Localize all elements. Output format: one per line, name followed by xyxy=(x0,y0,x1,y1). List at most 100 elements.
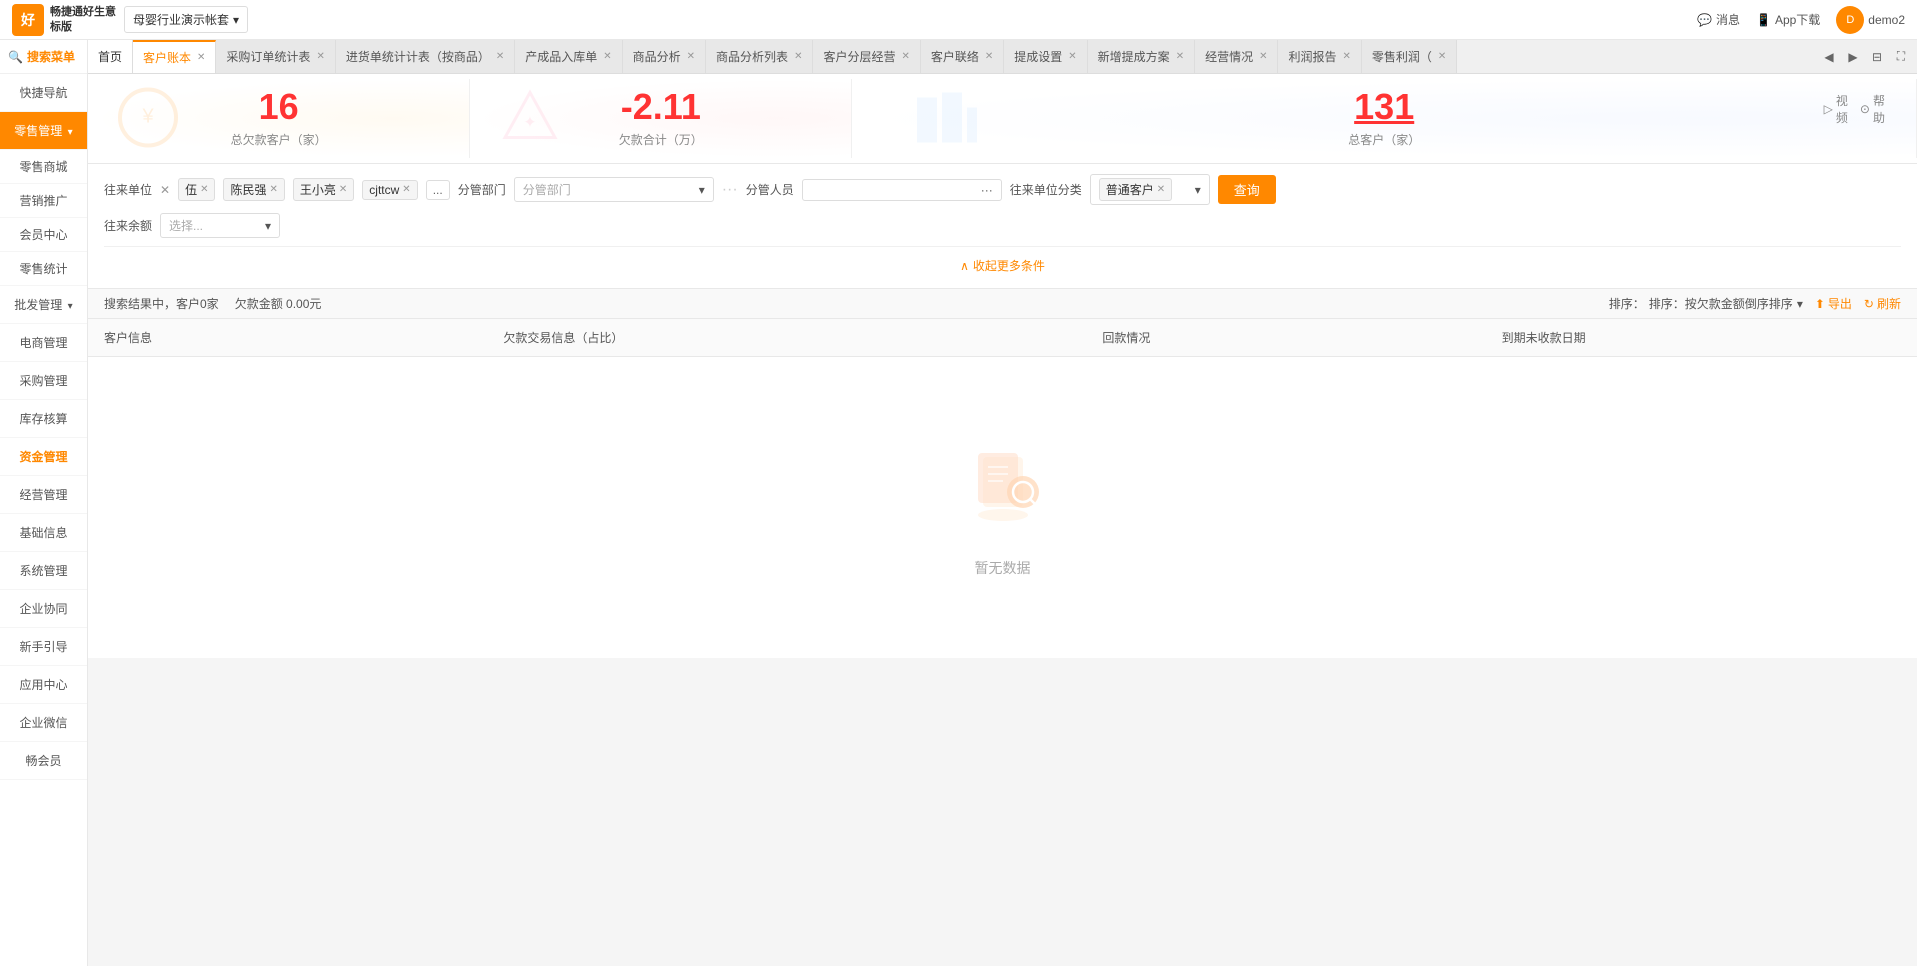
logo: 好 畅捷通好生意 标版 xyxy=(12,4,116,36)
filter-tag-wu[interactable]: 伍 ✕ xyxy=(178,178,215,201)
sidebar-item-retail-mgmt[interactable]: 零售管理 xyxy=(0,112,87,150)
tab-bar: 首页 客户账本 ✕ 采购订单统计表 ✕ 进货单统计计表（按商品） ✕ 产成品入库… xyxy=(88,40,1917,74)
result-actions: 排序： 排序：按欠款金额倒序排序 ▾ ⬆ 导出 ↻ 刷新 xyxy=(1609,295,1901,312)
tag-close-wangxiaoliang[interactable]: ✕ xyxy=(339,184,347,195)
tab-customer-contact[interactable]: 客户联络 ✕ xyxy=(921,40,1004,74)
tab-customer-tier[interactable]: 客户分层经营 ✕ xyxy=(813,40,920,74)
filter-more-tags-btn[interactable]: ... xyxy=(426,180,450,200)
sidebar-item-new-guide[interactable]: 新手引导 xyxy=(0,628,87,666)
sidebar-item-quick-nav[interactable]: 快捷导航 xyxy=(0,74,87,112)
tab-close-customer-contact[interactable]: ✕ xyxy=(985,51,993,62)
filter-tag-normal-customer[interactable]: 普通客户 ✕ xyxy=(1099,178,1172,201)
stats-bar: ▷ 视频 ⊙ 帮助 xyxy=(88,74,1917,164)
tab-retail-profit[interactable]: 零售利润（ ✕ xyxy=(1362,40,1457,74)
sidebar-item-operations-mgmt[interactable]: 经营管理 xyxy=(0,476,87,514)
tab-close-promotion-settings[interactable]: ✕ xyxy=(1068,51,1076,62)
sidebar-item-vip-member[interactable]: 畅会员 xyxy=(0,742,87,780)
tag-close-cjttcw[interactable]: ✕ xyxy=(402,184,410,195)
stat-label-total-customers: 总客户（家） xyxy=(1348,131,1420,148)
tab-close-goods-analysis-list[interactable]: ✕ xyxy=(794,51,802,62)
tag-close-chenminqiang[interactable]: ✕ xyxy=(270,184,278,195)
export-button[interactable]: ⬆ 导出 xyxy=(1815,295,1852,312)
tag-close-wu[interactable]: ✕ xyxy=(200,184,208,195)
tab-goods-analysis[interactable]: 商品分析 ✕ xyxy=(623,40,706,74)
tab-customer-accounts[interactable]: 客户账本 ✕ xyxy=(133,40,216,74)
stat-label-debit-customers: 总欠款客户（家） xyxy=(231,131,327,148)
tab-close-purchase-stats[interactable]: ✕ xyxy=(496,51,504,62)
unit-filter-label: 往来单位 xyxy=(104,181,152,198)
empty-state: 暂无数据 xyxy=(88,357,1917,658)
filter-tag-cjttcw[interactable]: cjttcw ✕ xyxy=(362,180,417,200)
tab-purchase-order[interactable]: 采购订单统计表 ✕ xyxy=(216,40,335,74)
tab-close-customer-tier[interactable]: ✕ xyxy=(901,51,909,62)
sidebar-item-enterprise-coop[interactable]: 企业协同 xyxy=(0,590,87,628)
col-header-repayment: 回款情况 xyxy=(1102,329,1501,346)
sidebar-item-wholesale-mgmt[interactable]: 批发管理 xyxy=(0,286,87,324)
tab-menu-button[interactable]: ⊟ xyxy=(1867,47,1887,67)
logo-text: 畅捷通好生意 标版 xyxy=(50,5,116,34)
store-selector[interactable]: 母婴行业演示帐套 ▾ xyxy=(124,6,248,33)
sidebar-item-enterprise-wechat[interactable]: 企业微信 xyxy=(0,704,87,742)
sidebar-item-basic-info[interactable]: 基础信息 xyxy=(0,514,87,552)
unit-class-filter-select[interactable]: 普通客户 ✕ ▾ xyxy=(1090,174,1210,205)
dept-filter-select[interactable]: 分管部门 ▾ xyxy=(514,177,714,202)
tag-close-normal-customer[interactable]: ✕ xyxy=(1157,184,1165,195)
sidebar-item-inventory-check[interactable]: 库存核算 xyxy=(0,400,87,438)
balance-filter-select[interactable]: 选择... ▾ xyxy=(160,213,280,238)
sidebar-item-marketing[interactable]: 营销推广 xyxy=(0,184,87,218)
sort-select[interactable]: 排序： 排序：按欠款金额倒序排序 ▾ xyxy=(1609,295,1803,312)
sidebar-item-member-center[interactable]: 会员中心 xyxy=(0,218,87,252)
sidebar-item-finance-mgmt[interactable]: 资金管理 xyxy=(0,438,87,476)
tab-promotion-settings[interactable]: 提成设置 ✕ xyxy=(1004,40,1087,74)
tab-new-promo-plan[interactable]: 新增提成方案 ✕ xyxy=(1088,40,1195,74)
tab-purchase-stats[interactable]: 进货单统计计表（按商品） ✕ xyxy=(336,40,515,74)
refresh-button[interactable]: ↻ 刷新 xyxy=(1864,295,1901,312)
col-header-due-date: 到期未收款日期 xyxy=(1502,329,1901,346)
tab-close-customer-accounts[interactable]: ✕ xyxy=(197,52,205,63)
query-button[interactable]: 查询 xyxy=(1218,175,1276,204)
sidebar-item-app-center[interactable]: 应用中心 xyxy=(0,666,87,704)
svg-text:✦: ✦ xyxy=(524,114,537,131)
sidebar-item-retail-stats[interactable]: 零售统计 xyxy=(0,252,87,286)
tab-next-button[interactable]: ▶ xyxy=(1843,47,1863,67)
tab-home[interactable]: 首页 xyxy=(88,40,133,74)
tab-close-retail-profit[interactable]: ✕ xyxy=(1438,51,1446,62)
collapse-filter-button[interactable]: ∧ 收起更多条件 xyxy=(948,253,1057,278)
tab-prev-button[interactable]: ◀ xyxy=(1819,47,1839,67)
person-filter-select[interactable]: ··· xyxy=(802,179,1002,201)
message-icon: 💬 xyxy=(1697,13,1712,27)
tab-fullscreen-button[interactable]: ⛶ xyxy=(1891,47,1911,67)
sidebar-search[interactable]: 🔍 搜索菜单 xyxy=(0,40,87,74)
user-profile[interactable]: D demo2 xyxy=(1836,6,1905,34)
stat-number-total-customers[interactable]: 131 xyxy=(1354,89,1414,125)
tab-close-purchase-order[interactable]: ✕ xyxy=(316,51,324,62)
filter-tag-chenminqiang[interactable]: 陈民强 ✕ xyxy=(223,178,284,201)
stat-number-debit-customers: 16 xyxy=(259,89,299,125)
tab-profit-report[interactable]: 利润报告 ✕ xyxy=(1278,40,1361,74)
tab-close-biz-status[interactable]: ✕ xyxy=(1259,51,1267,62)
logo-icon: 好 xyxy=(12,4,44,36)
refresh-icon: ↻ xyxy=(1864,297,1874,311)
empty-icon xyxy=(958,437,1048,546)
tab-close-profit-report[interactable]: ✕ xyxy=(1343,51,1351,62)
tab-goods-analysis-list[interactable]: 商品分析列表 ✕ xyxy=(706,40,813,74)
help-link[interactable]: ⊙ 帮助 xyxy=(1860,92,1885,126)
sidebar-item-purchase-mgmt[interactable]: 采购管理 xyxy=(0,362,87,400)
sidebar-item-retail-mall[interactable]: 零售商城 xyxy=(0,150,87,184)
message-button[interactable]: 💬 消息 xyxy=(1697,11,1740,28)
play-icon: ▷ xyxy=(1824,102,1833,116)
tab-cost-inbound[interactable]: 产成品入库单 ✕ xyxy=(515,40,622,74)
tab-close-cost-inbound[interactable]: ✕ xyxy=(603,51,611,62)
dept-filter-label: 分管部门 xyxy=(458,181,506,198)
tab-biz-status[interactable]: 经营情况 ✕ xyxy=(1195,40,1278,74)
sidebar-item-ecommerce-mgmt[interactable]: 电商管理 xyxy=(0,324,87,362)
app-download-button[interactable]: 📱 App下载 xyxy=(1756,11,1820,28)
filter-tag-wangxiaoliang[interactable]: 王小亮 ✕ xyxy=(293,178,354,201)
tab-close-new-promo-plan[interactable]: ✕ xyxy=(1176,51,1184,62)
sort-chevron-icon: ▾ xyxy=(1797,297,1803,311)
col-header-customer-info: 客户信息 xyxy=(104,329,503,346)
export-icon: ⬆ xyxy=(1815,297,1825,311)
sidebar-item-system-mgmt[interactable]: 系统管理 xyxy=(0,552,87,590)
tab-close-goods-analysis[interactable]: ✕ xyxy=(687,51,695,62)
video-link[interactable]: ▷ 视频 xyxy=(1824,92,1848,126)
